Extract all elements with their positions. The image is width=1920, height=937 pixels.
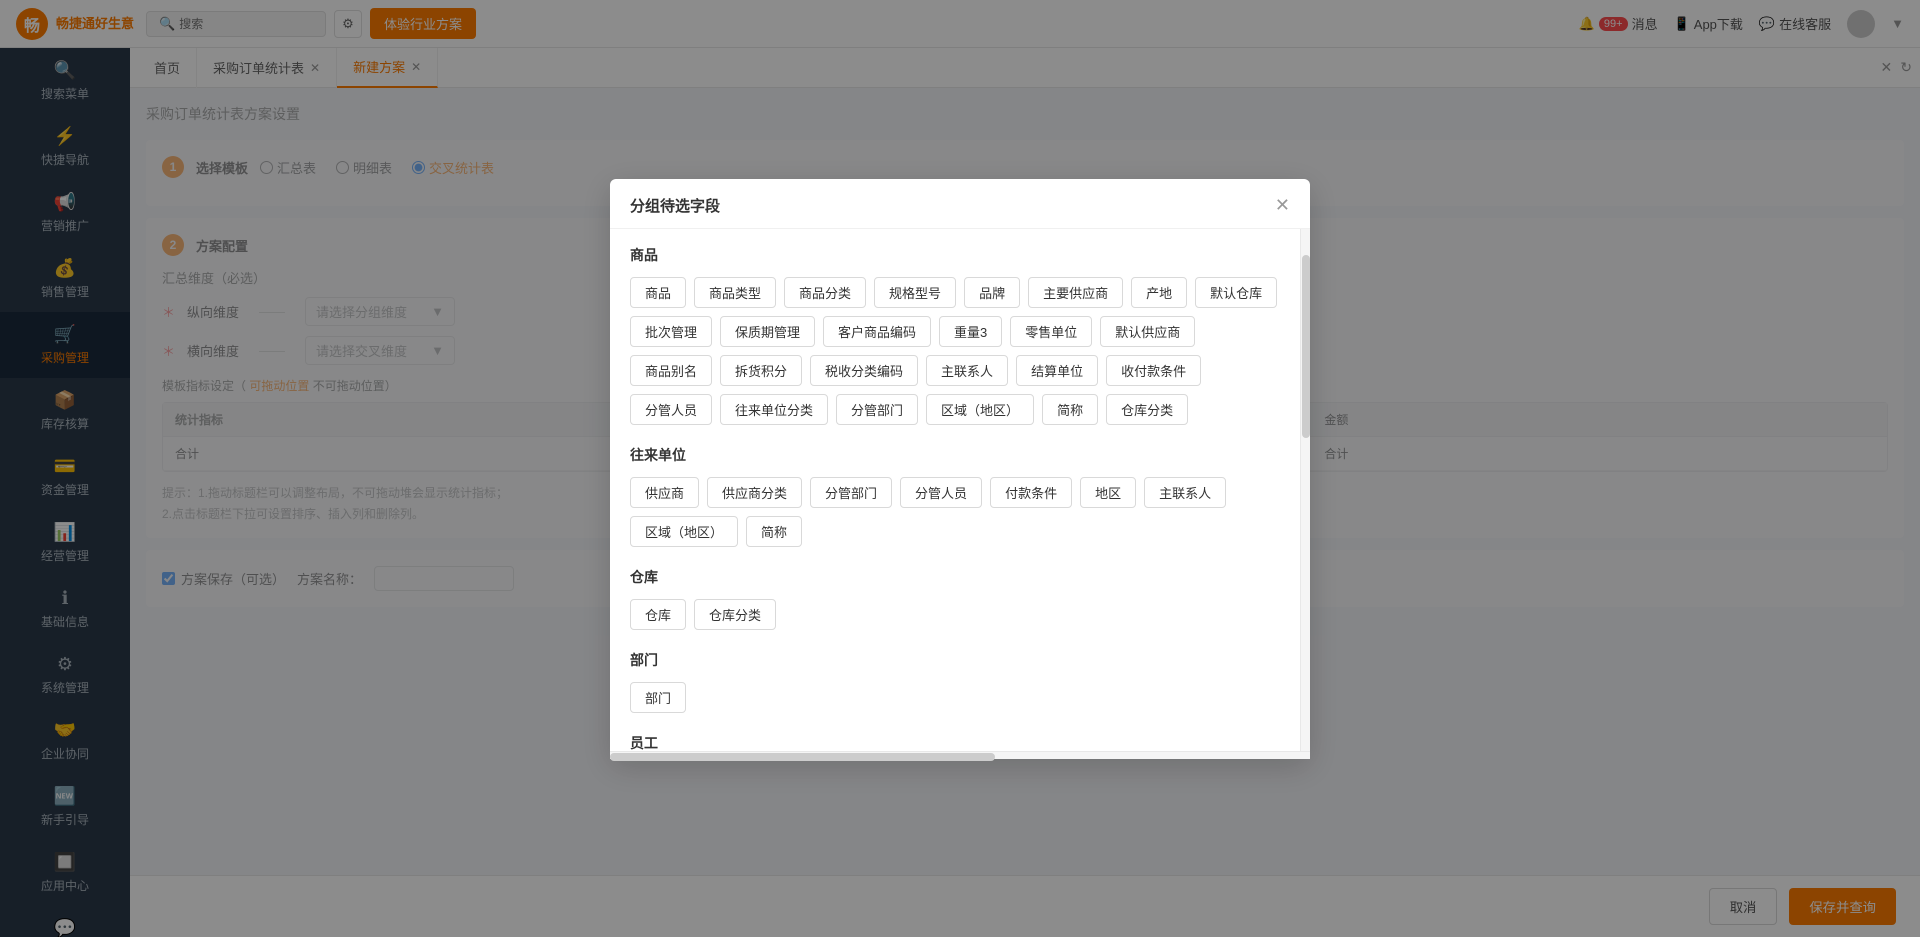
- field-tag[interactable]: 主联系人: [926, 355, 1008, 386]
- section-product: 商品 商品 商品类型 商品分类 规格型号 品牌 主要供应商 产地 默认仓库 批次…: [630, 245, 1280, 425]
- field-tag[interactable]: 产地: [1131, 277, 1187, 308]
- field-tag[interactable]: 批次管理: [630, 316, 712, 347]
- field-tag[interactable]: 分管部门: [836, 394, 918, 425]
- field-tag[interactable]: 区域（地区）: [926, 394, 1034, 425]
- field-tag[interactable]: 商品: [630, 277, 686, 308]
- field-tag[interactable]: 主联系人: [1144, 477, 1226, 508]
- modal-scrollbar[interactable]: [1300, 229, 1310, 752]
- field-tag[interactable]: 仓库分类: [694, 599, 776, 630]
- field-selection-modal: 分组待选字段 ✕ 商品 商品 商品类型 商品分类 规格型号 品牌 主要供应商 产…: [610, 179, 1310, 759]
- field-tag[interactable]: 商品类型: [694, 277, 776, 308]
- section-product-title: 商品: [630, 245, 1280, 265]
- field-tag[interactable]: 拆货积分: [720, 355, 802, 386]
- field-tag[interactable]: 默认仓库: [1195, 277, 1277, 308]
- field-tag[interactable]: 供应商: [630, 477, 699, 508]
- section-warehouse-title: 仓库: [630, 567, 1280, 587]
- field-tag[interactable]: 简称: [746, 516, 802, 547]
- field-tag[interactable]: 默认供应商: [1100, 316, 1195, 347]
- field-tag[interactable]: 部门: [630, 682, 686, 713]
- field-tag[interactable]: 分管部门: [810, 477, 892, 508]
- field-tag[interactable]: 分管人员: [900, 477, 982, 508]
- modal-scrollbar-thumb: [1302, 255, 1310, 438]
- section-department-title: 部门: [630, 650, 1280, 670]
- field-tag[interactable]: 规格型号: [874, 277, 956, 308]
- partner-fields: 供应商 供应商分类 分管部门 分管人员 付款条件 地区 主联系人 区域（地区） …: [630, 477, 1280, 547]
- field-tag[interactable]: 主要供应商: [1028, 277, 1123, 308]
- section-employee-title: 员工: [630, 733, 1280, 752]
- modal-h-scrollbar-thumb: [610, 753, 995, 761]
- section-partner-title: 往来单位: [630, 445, 1280, 465]
- modal-close-btn[interactable]: ✕: [1275, 195, 1290, 216]
- modal-overlay: 分组待选字段 ✕ 商品 商品 商品类型 商品分类 规格型号 品牌 主要供应商 产…: [0, 0, 1920, 937]
- department-fields: 部门: [630, 682, 1280, 713]
- modal-h-scrollbar[interactable]: [610, 751, 1310, 758]
- section-warehouse: 仓库 仓库 仓库分类: [630, 567, 1280, 630]
- modal-content-area: 商品 商品 商品类型 商品分类 规格型号 品牌 主要供应商 产地 默认仓库 批次…: [610, 229, 1310, 752]
- field-tag[interactable]: 保质期管理: [720, 316, 815, 347]
- modal-body: 商品 商品 商品类型 商品分类 规格型号 品牌 主要供应商 产地 默认仓库 批次…: [610, 229, 1300, 752]
- field-tag[interactable]: 付款条件: [990, 477, 1072, 508]
- warehouse-fields: 仓库 仓库分类: [630, 599, 1280, 630]
- modal-title: 分组待选字段: [630, 195, 720, 216]
- field-tag[interactable]: 往来单位分类: [720, 394, 828, 425]
- field-tag[interactable]: 商品分类: [784, 277, 866, 308]
- field-tag[interactable]: 仓库分类: [1106, 394, 1188, 425]
- modal-header: 分组待选字段 ✕: [610, 179, 1310, 229]
- field-tag[interactable]: 区域（地区）: [630, 516, 738, 547]
- field-tag[interactable]: 商品别名: [630, 355, 712, 386]
- field-tag[interactable]: 零售单位: [1010, 316, 1092, 347]
- section-employee: 员工 业务员: [630, 733, 1280, 752]
- field-tag[interactable]: 税收分类编码: [810, 355, 918, 386]
- field-tag[interactable]: 结算单位: [1016, 355, 1098, 386]
- field-tag[interactable]: 仓库: [630, 599, 686, 630]
- field-tag[interactable]: 客户商品编码: [823, 316, 931, 347]
- field-tag[interactable]: 重量3: [939, 316, 1002, 347]
- section-partner: 往来单位 供应商 供应商分类 分管部门 分管人员 付款条件 地区 主联系人 区域…: [630, 445, 1280, 547]
- field-tag[interactable]: 分管人员: [630, 394, 712, 425]
- section-department: 部门 部门: [630, 650, 1280, 713]
- field-tag[interactable]: 供应商分类: [707, 477, 802, 508]
- field-tag[interactable]: 品牌: [964, 277, 1020, 308]
- field-tag[interactable]: 地区: [1080, 477, 1136, 508]
- field-tag[interactable]: 收付款条件: [1106, 355, 1201, 386]
- field-tag[interactable]: 简称: [1042, 394, 1098, 425]
- product-fields: 商品 商品类型 商品分类 规格型号 品牌 主要供应商 产地 默认仓库 批次管理 …: [630, 277, 1280, 425]
